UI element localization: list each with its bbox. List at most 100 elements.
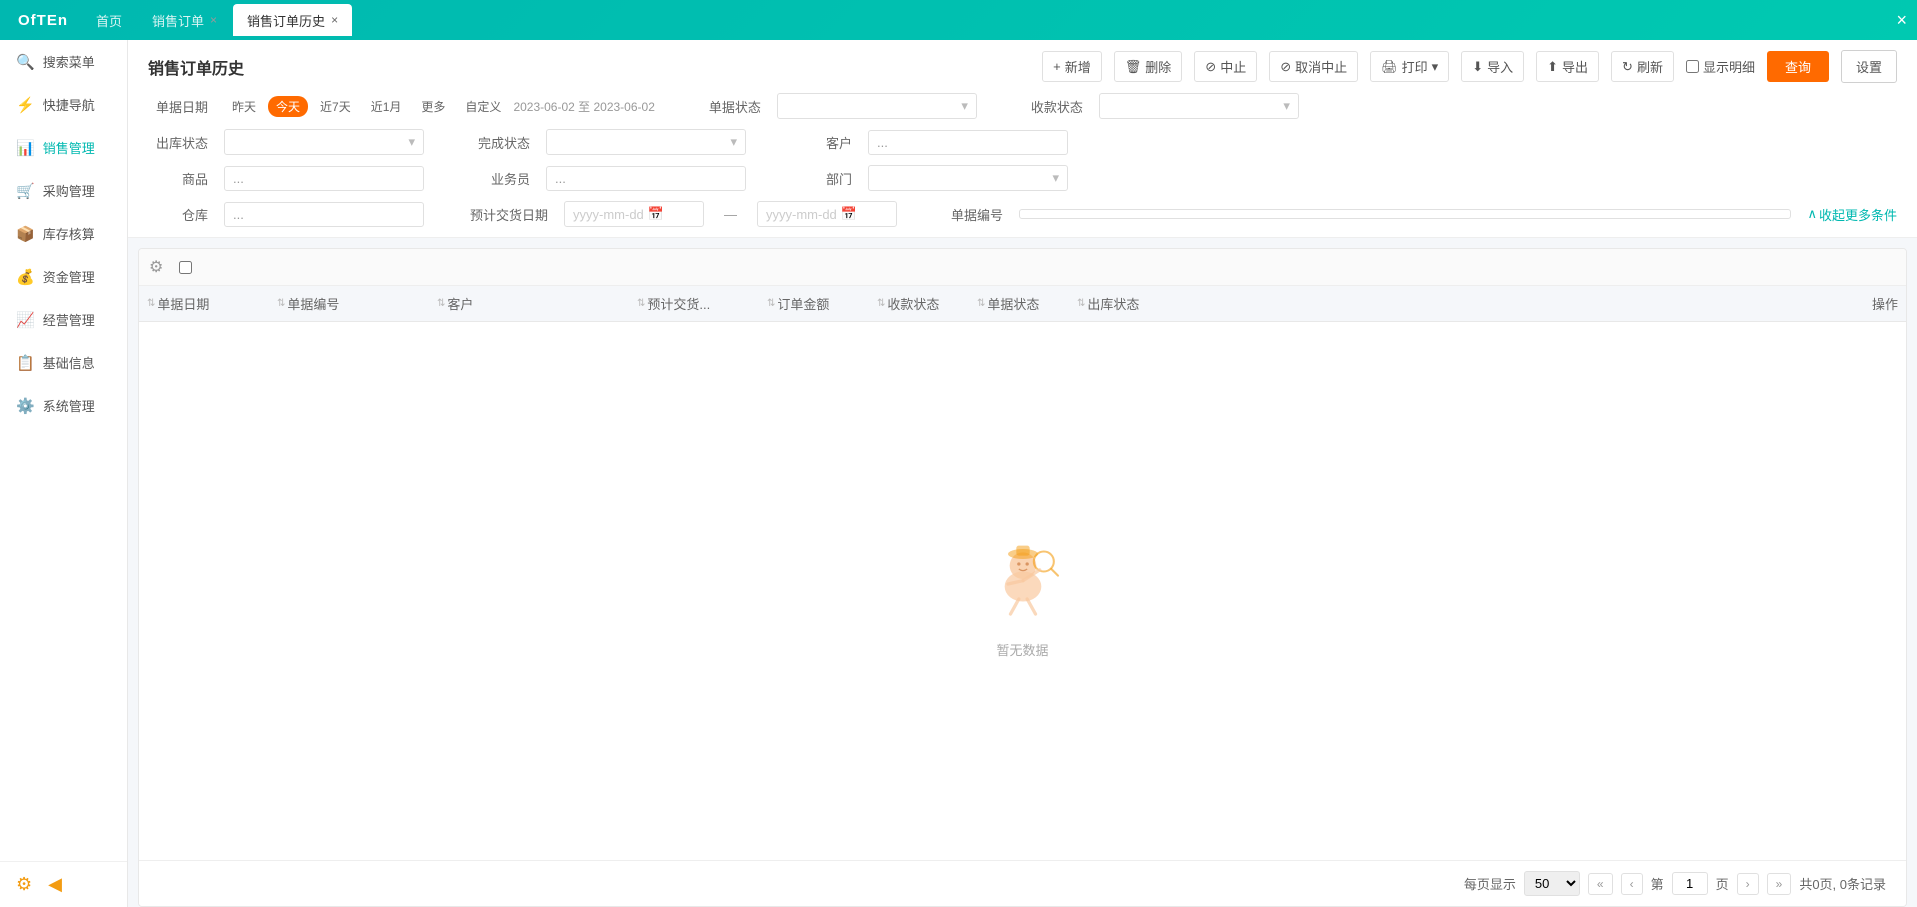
filter-area: 销售订单历史 + 新增 🗑 删除 ⊘ 中止 ⊘ (128, 40, 1917, 238)
stock-out-select[interactable]: ▾ (224, 129, 424, 155)
table-footer: 每页显示 50 20 100 « ‹ 第 页 › » 共0页, 0条记录 (139, 860, 1906, 906)
tab-home[interactable]: 首页 (82, 4, 136, 36)
setting-button[interactable]: 设置 (1841, 50, 1897, 83)
th-customer-label: 客户 (447, 294, 473, 313)
tab-sales-order[interactable]: 销售订单 × (138, 4, 231, 36)
export-button[interactable]: ⬆ 导出 (1536, 51, 1599, 82)
sort-icon-amount: ⇅ (767, 298, 775, 309)
th-date[interactable]: ⇅ 单据日期 (139, 294, 269, 313)
page-suffix: 页 (1716, 874, 1729, 893)
sort-icon-date: ⇅ (147, 298, 155, 309)
tab-sales-history-label: 销售订单历史 (247, 11, 325, 30)
th-stock-status-label: 出库状态 (1087, 294, 1139, 313)
sort-icon-num: ⇅ (277, 298, 285, 309)
new-button[interactable]: + 新增 (1042, 51, 1102, 82)
first-page-btn[interactable]: « (1588, 873, 1613, 895)
tab-sales-history[interactable]: 销售订单历史 × (233, 4, 352, 36)
system-icon: ⚙️ (16, 397, 35, 415)
date-btn-custom[interactable]: 自定义 (457, 96, 509, 117)
total-records-text: 共0页, 0条记录 (1799, 874, 1886, 893)
th-customer[interactable]: ⇅ 客户 (429, 294, 629, 313)
page-label: 第 (1651, 874, 1664, 893)
settings-bottom-icon[interactable]: ⚙ (16, 874, 32, 895)
date-btn-yesterday[interactable]: 昨天 (224, 96, 264, 117)
cancel-stop-button[interactable]: ⊘ 取消中止 (1269, 51, 1358, 82)
table-header: ⇅ 单据日期 ⇅ 单据编号 ⇅ 客户 ⇅ 预计交货... ⇅ 订单金额 (139, 286, 1906, 322)
sort-icon-customer: ⇅ (437, 298, 445, 309)
tab-sales-history-close[interactable]: × (331, 13, 338, 27)
filter-row-4: 仓库 ... 预计交货日期 yyyy-mm-dd 📅 — yyyy-mm-dd … (148, 201, 1897, 227)
th-amount[interactable]: ⇅ 订单金额 (759, 294, 869, 313)
dept-select[interactable]: ▾ (868, 165, 1068, 191)
operations-icon: 📈 (16, 311, 35, 329)
sidebar-item-purchase[interactable]: 🛒 采购管理 (0, 169, 127, 212)
sort-icon-delivery: ⇅ (637, 298, 645, 309)
th-pay-status[interactable]: ⇅ 收款状态 (869, 294, 969, 313)
toolbar: + 新增 🗑 删除 ⊘ 中止 ⊘ 取消中止 (1042, 50, 1897, 83)
stop-label: 中止 (1220, 57, 1246, 76)
collapse-sidebar-icon[interactable]: ◀ (48, 874, 62, 895)
sidebar-item-search[interactable]: 🔍 搜索菜单 (0, 40, 127, 83)
delete-button[interactable]: 🗑 删除 (1114, 51, 1183, 82)
sidebar-item-system[interactable]: ⚙️ 系统管理 (0, 384, 127, 427)
sales-rep-input[interactable]: ... (546, 166, 746, 191)
select-all-checkbox[interactable] (179, 261, 192, 274)
show-detail-checkbox[interactable] (1686, 60, 1699, 73)
query-button[interactable]: 查询 (1767, 51, 1829, 82)
show-detail-checkbox-label[interactable]: 显示明细 (1686, 57, 1755, 76)
date-btn-more[interactable]: 更多 (413, 96, 453, 117)
table-settings-icon[interactable]: ⚙ (149, 257, 163, 277)
th-bill-status[interactable]: ⇅ 单据状态 (969, 294, 1069, 313)
th-delivery[interactable]: ⇅ 预计交货... (629, 294, 759, 313)
date-btn-1month[interactable]: 近1月 (363, 96, 410, 117)
dept-label: 部门 (792, 169, 852, 188)
page-title: 销售订单历史 (148, 55, 244, 79)
search-menu-icon: 🔍 (16, 53, 35, 71)
base-info-icon: 📋 (16, 354, 35, 372)
last-page-btn[interactable]: » (1767, 873, 1792, 895)
stop-button[interactable]: ⊘ 中止 (1194, 51, 1257, 82)
date-btn-today[interactable]: 今天 (268, 96, 308, 117)
stock-out-arrow: ▾ (408, 134, 415, 150)
complete-select[interactable]: ▾ (546, 129, 746, 155)
warehouse-input[interactable]: ... (224, 202, 424, 227)
sidebar-item-sales[interactable]: 📊 销售管理 (0, 126, 127, 169)
goods-input[interactable]: ... (224, 166, 424, 191)
window-close-icon[interactable]: × (1896, 10, 1907, 31)
sidebar-item-finance[interactable]: 💰 资金管理 (0, 255, 127, 298)
sidebar-item-quick-nav-label: 快捷导航 (43, 95, 95, 114)
pay-status-select[interactable]: ▾ (1099, 93, 1299, 119)
print-button[interactable]: 🖨 打印 ▾ (1370, 51, 1449, 82)
date-filter-value: 昨天 今天 近7天 近1月 更多 自定义 2023-06-02 至 2023-0… (224, 96, 655, 117)
bill-status-select[interactable]: ▾ (777, 93, 977, 119)
th-num[interactable]: ⇅ 单据编号 (269, 294, 429, 313)
dept-arrow: ▾ (1052, 170, 1059, 186)
collapse-btn[interactable]: ∧ 收起更多条件 (1807, 205, 1897, 224)
sidebar-item-operations[interactable]: 📈 经营管理 (0, 298, 127, 341)
prev-page-btn[interactable]: ‹ (1621, 873, 1643, 895)
sidebar-item-inventory[interactable]: 📦 库存核算 (0, 212, 127, 255)
sidebar-item-quick-nav[interactable]: ⚡ 快捷导航 (0, 83, 127, 126)
empty-illustration (973, 524, 1073, 624)
collapse-label: 收起更多条件 (1819, 205, 1897, 224)
tab-sales-order-close[interactable]: × (210, 13, 217, 27)
bill-no-input[interactable] (1019, 209, 1791, 219)
sidebar-item-base-info[interactable]: 📋 基础信息 (0, 341, 127, 384)
pay-status-arrow: ▾ (1283, 98, 1290, 114)
sidebar-bottom: ⚙ ◀ (0, 861, 127, 907)
th-action-label: 操作 (1872, 294, 1898, 313)
refresh-button[interactable]: ↻ 刷新 (1611, 51, 1674, 82)
page-number-input[interactable] (1672, 872, 1708, 895)
th-stock-status[interactable]: ⇅ 出库状态 (1069, 294, 1169, 313)
import-button[interactable]: ⬇ 导入 (1461, 51, 1524, 82)
pay-status-label: 收款状态 (1023, 97, 1083, 116)
date-btn-7days[interactable]: 近7天 (312, 96, 359, 117)
tab-home-label: 首页 (96, 11, 122, 30)
new-label: 新增 (1065, 57, 1091, 76)
customer-input[interactable]: ... (868, 130, 1068, 155)
delivery-date-start-input[interactable]: yyyy-mm-dd 📅 (564, 201, 704, 227)
page-size-select[interactable]: 50 20 100 (1524, 871, 1580, 896)
next-page-btn[interactable]: › (1737, 873, 1759, 895)
th-action: 操作 (1169, 294, 1906, 313)
delivery-date-end-input[interactable]: yyyy-mm-dd 📅 (757, 201, 897, 227)
